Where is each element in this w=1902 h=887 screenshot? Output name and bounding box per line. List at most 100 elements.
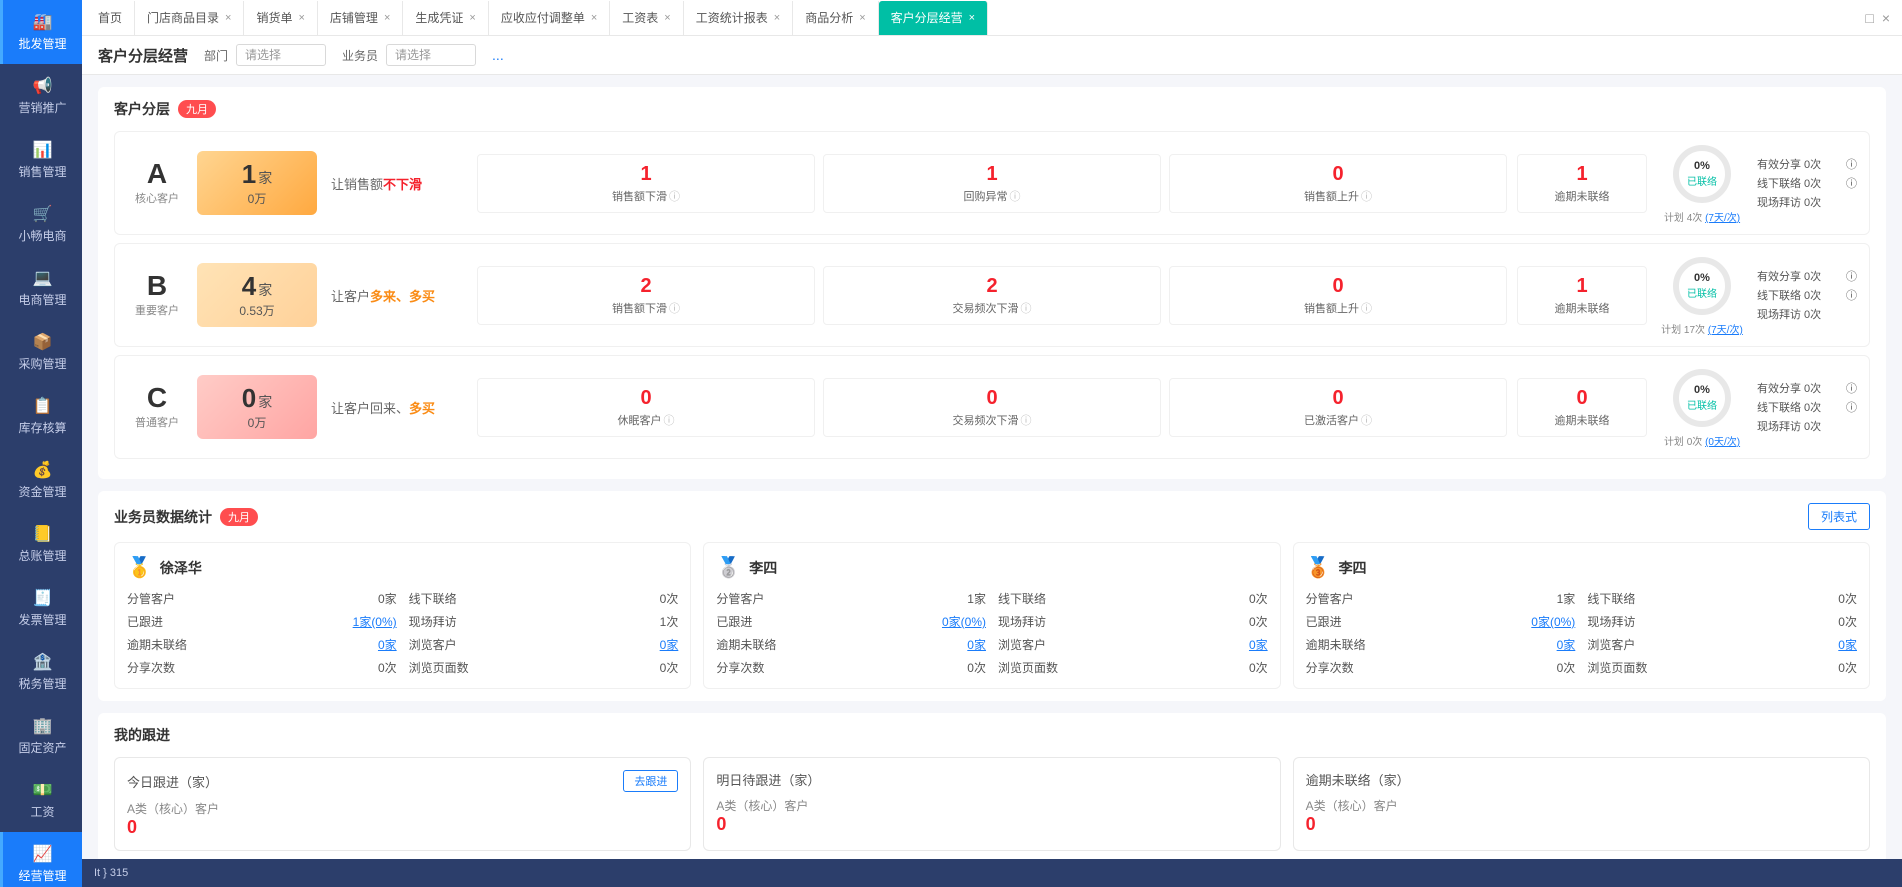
tier-row-a: A 核心客户 1 家 0万 让销售额不下滑 1 销售额下滑 ⓘ bbox=[114, 131, 1870, 235]
sidebar-item-gongzi-label: 工资 bbox=[30, 803, 54, 820]
sidebar-item-zijin[interactable]: 💰 资金管理 bbox=[0, 448, 82, 512]
tier-b-suggest-text: 让客户 bbox=[331, 289, 370, 304]
tier-c-metric-0-info[interactable]: ⓘ bbox=[664, 412, 675, 428]
tier-a-side-stat-1-info[interactable]: ⓘ bbox=[1846, 175, 1857, 191]
staff-stat-0-5-val[interactable]: 0家 bbox=[660, 636, 679, 653]
sidebar-item-jingying[interactable]: 📈 经营管理 ▶ bbox=[0, 832, 82, 887]
staff-stat-1-5-val[interactable]: 0家 bbox=[1249, 636, 1268, 653]
tab-payroll-report[interactable]: 工资统计报表 × bbox=[684, 1, 793, 35]
staff-stat-0-4: 逾期未联络 0家 bbox=[127, 636, 397, 653]
tier-b-plan-link[interactable]: (7天/次) bbox=[1708, 325, 1743, 336]
tier-b-metric-2-info[interactable]: ⓘ bbox=[1361, 300, 1372, 316]
tab-receivable[interactable]: 应收应付调整单 × bbox=[489, 1, 610, 35]
sidebar-item-gudingzichan[interactable]: 🏢 固定资产 bbox=[0, 704, 82, 768]
tier-c-metric-2-label: 已激活客户 ⓘ bbox=[1180, 412, 1496, 428]
tier-a-metric-1-info[interactable]: ⓘ bbox=[1010, 188, 1021, 204]
more-filter-btn[interactable]: ... bbox=[492, 47, 504, 63]
tab-payroll[interactable]: 工资表 × bbox=[610, 1, 683, 35]
staff-stat-2-0-val: 1家 bbox=[1557, 590, 1576, 607]
tier-a-suggest: 让销售额不下滑 bbox=[327, 170, 467, 197]
tier-a-metric-0-info[interactable]: ⓘ bbox=[669, 188, 680, 204]
tier-c-metric-2[interactable]: 0 已激活客户 ⓘ bbox=[1169, 378, 1507, 437]
yingxiao-icon: 📢 bbox=[33, 76, 53, 96]
tier-b-metric-1-info[interactable]: ⓘ bbox=[1021, 300, 1032, 316]
staff-stat-0-3: 现场拜访 1次 bbox=[409, 613, 679, 630]
staff-stat-2-2-val[interactable]: 0家(0%) bbox=[1531, 613, 1575, 630]
tab-home[interactable]: 首页 bbox=[86, 1, 135, 35]
tab-sales-order[interactable]: 销货单 × bbox=[244, 1, 317, 35]
tier-c-metric-1-info[interactable]: ⓘ bbox=[1021, 412, 1032, 428]
tier-b-side-stat-0-info[interactable]: ⓘ bbox=[1846, 268, 1857, 284]
staff-stat-1-7-label: 浏览页面数 bbox=[998, 659, 1058, 676]
tab-voucher-close[interactable]: × bbox=[469, 12, 475, 24]
tab-voucher[interactable]: 生成凭证 × bbox=[403, 1, 488, 35]
tab-payroll-close[interactable]: × bbox=[664, 12, 670, 24]
tier-b-side-stat-1-info[interactable]: ⓘ bbox=[1846, 287, 1857, 303]
staff-stat-2-7: 浏览页面数 0次 bbox=[1587, 659, 1857, 676]
sidebar-item-pifa[interactable]: 🏭 批发管理 bbox=[0, 0, 82, 64]
sidebar-item-kucun[interactable]: 📋 库存核算 bbox=[0, 384, 82, 448]
tier-c-plan-link[interactable]: (0天/次) bbox=[1705, 437, 1740, 448]
tier-b-metrics: 2 销售额下滑 ⓘ 2 交易频次下滑 ⓘ 0 销售额上升 ⓘ bbox=[477, 266, 1507, 325]
tier-b-metric-2[interactable]: 0 销售额上升 ⓘ bbox=[1169, 266, 1507, 325]
staff-stat-2-5-val[interactable]: 0家 bbox=[1838, 636, 1857, 653]
tab-receivable-close[interactable]: × bbox=[591, 12, 597, 24]
staff-stat-0-6: 分享次数 0次 bbox=[127, 659, 397, 676]
tier-b-followup: 1 逾期未联络 bbox=[1517, 266, 1647, 325]
staff-stat-0-4-val[interactable]: 0家 bbox=[378, 636, 397, 653]
tier-a-metric-0[interactable]: 1 销售额下滑 ⓘ bbox=[477, 154, 815, 213]
go-followup-btn[interactable]: 去跟进 bbox=[623, 770, 678, 792]
tab-store-products-close[interactable]: × bbox=[225, 12, 231, 24]
tier-c-metric-1[interactable]: 0 交易频次下滑 ⓘ bbox=[823, 378, 1161, 437]
tier-a-plan-link[interactable]: (7天/次) bbox=[1705, 213, 1740, 224]
sidebar-item-gongzi[interactable]: 💵 工资 bbox=[0, 768, 82, 832]
tab-store-mgmt-close[interactable]: × bbox=[384, 12, 390, 24]
tier-c-side-stat-1-info[interactable]: ⓘ bbox=[1846, 399, 1857, 415]
list-view-btn[interactable]: 列表式 bbox=[1808, 503, 1870, 530]
tab-goods-analysis-close[interactable]: × bbox=[859, 12, 865, 24]
tier-b-metric-0[interactable]: 2 销售额下滑 ⓘ bbox=[477, 266, 815, 325]
tab-close-all-btn[interactable]: × bbox=[1882, 10, 1890, 26]
sidebar-item-xiaoshou[interactable]: 📊 销售管理 bbox=[0, 128, 82, 192]
staff-stat-2-4-val[interactable]: 0家 bbox=[1557, 636, 1576, 653]
dept-label: 部门 bbox=[204, 47, 228, 64]
tab-customer-segment[interactable]: 客户分层经营 × bbox=[879, 1, 988, 35]
tab-store-products-label: 门店商品目录 bbox=[147, 9, 219, 26]
main-area: 首页 门店商品目录 × 销货单 × 店铺管理 × 生成凭证 × 应收应付调整单 … bbox=[82, 0, 1902, 887]
tier-c-side-stat-0-info[interactable]: ⓘ bbox=[1846, 380, 1857, 396]
tab-store-products[interactable]: 门店商品目录 × bbox=[135, 1, 244, 35]
staff-stat-1-3: 现场拜访 0次 bbox=[998, 613, 1268, 630]
tier-a-metric-2-info[interactable]: ⓘ bbox=[1361, 188, 1372, 204]
tab-goods-analysis[interactable]: 商品分析 × bbox=[793, 1, 878, 35]
staff-stat-0-2-val[interactable]: 1家(0%) bbox=[353, 613, 397, 630]
sidebar-item-dianshang-label: 电商管理 bbox=[18, 291, 66, 308]
tier-a-side-stat-0-info[interactable]: ⓘ bbox=[1846, 156, 1857, 172]
staff-stat-1-4-val[interactable]: 0家 bbox=[967, 636, 986, 653]
sidebar-item-shuiwu[interactable]: 🏦 税务管理 bbox=[0, 640, 82, 704]
sidebar-item-yingxiao[interactable]: 📢 营销推广 bbox=[0, 64, 82, 128]
tab-payroll-report-close[interactable]: × bbox=[774, 12, 780, 24]
sidebar-item-xiaodian[interactable]: 🛒 小畅电商 bbox=[0, 192, 82, 256]
staff-stat-2-2-label: 已跟进 bbox=[1306, 613, 1342, 630]
tier-b-metric-0-info[interactable]: ⓘ bbox=[669, 300, 680, 316]
tab-customer-segment-close[interactable]: × bbox=[969, 12, 975, 24]
tier-c-metric-2-info[interactable]: ⓘ bbox=[1361, 412, 1372, 428]
tab-store-mgmt[interactable]: 店铺管理 × bbox=[318, 1, 403, 35]
tier-a-metric-1[interactable]: 1 回购异常 ⓘ bbox=[823, 154, 1161, 213]
staff-grid: 🥇 徐泽华 分管客户 0家 线下联络 0次 已跟进 bbox=[114, 542, 1870, 689]
tier-b-metric-1[interactable]: 2 交易频次下滑 ⓘ bbox=[823, 266, 1161, 325]
dept-select[interactable]: 请选择 bbox=[236, 44, 326, 66]
tomorrow-sub-label-0: A类（核心）客户 0 bbox=[716, 797, 808, 835]
tab-maximize-btn[interactable]: □ bbox=[1865, 10, 1873, 26]
sidebar-item-caigou[interactable]: 📦 采购管理 bbox=[0, 320, 82, 384]
staff-stat-1-2-val[interactable]: 0家(0%) bbox=[942, 613, 986, 630]
tier-a-metric-2[interactable]: 0 销售额上升 ⓘ bbox=[1169, 154, 1507, 213]
tab-sales-order-close[interactable]: × bbox=[298, 12, 304, 24]
sidebar-item-dianshang[interactable]: 💻 电商管理 bbox=[0, 256, 82, 320]
sidebar-item-fapiao[interactable]: 🧾 发票管理 bbox=[0, 576, 82, 640]
staff-stat-2-7-label: 浏览页面数 bbox=[1587, 659, 1647, 676]
sidebar-item-zhangmu[interactable]: 📒 总账管理 bbox=[0, 512, 82, 576]
staff-select[interactable]: 请选择 bbox=[386, 44, 476, 66]
tier-c-side-stat-2-label: 现场拜访 0次 bbox=[1757, 418, 1821, 434]
tier-c-metric-0[interactable]: 0 休眠客户 ⓘ bbox=[477, 378, 815, 437]
